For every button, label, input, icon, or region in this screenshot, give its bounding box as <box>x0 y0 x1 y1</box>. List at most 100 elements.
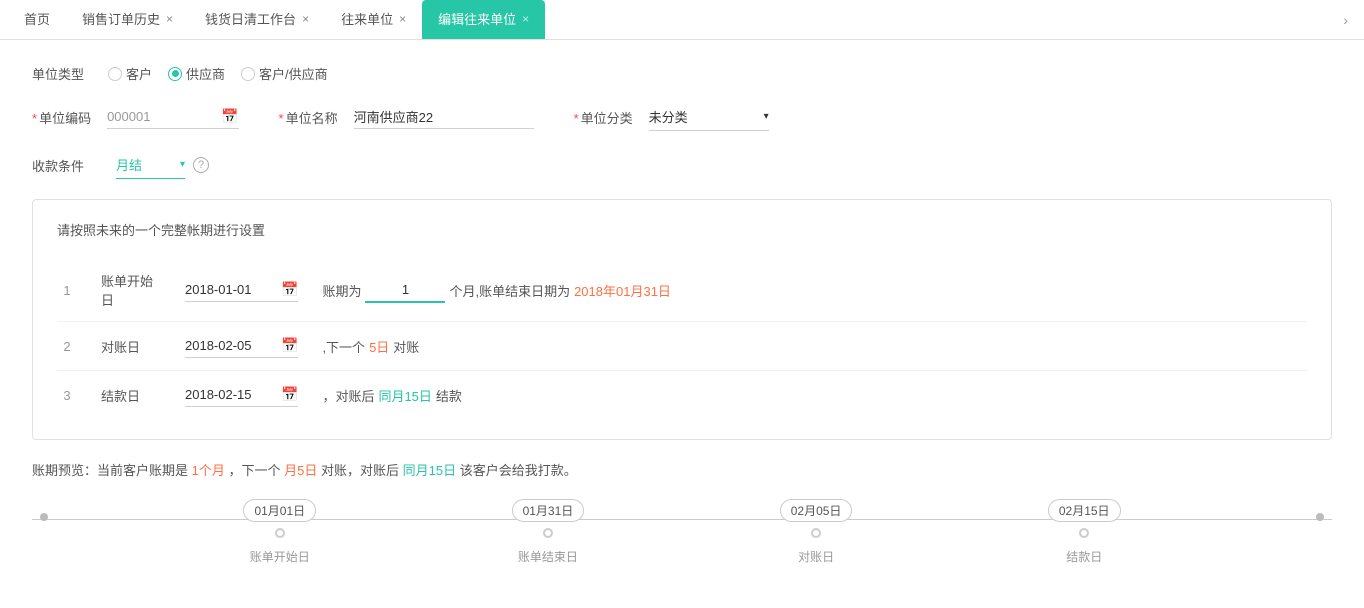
timeline-dot-1 <box>275 528 285 538</box>
timeline-point-1: 01月01日 账单开始日 <box>243 499 316 565</box>
row-suffix-3: 结款 <box>436 386 462 405</box>
timeline-label-2: 账单结束日 <box>518 548 578 565</box>
timeline-start-dot <box>40 513 48 521</box>
tab-partner-close[interactable]: × <box>399 13 406 25</box>
preview-item2: 月5日 <box>284 463 317 478</box>
preview-middle2: 对账，对账后 <box>321 463 399 478</box>
tab-home-label: 首页 <box>24 9 50 28</box>
tab-sales-order-close[interactable]: × <box>166 13 173 25</box>
row-type-2: 对账日 <box>101 337 161 356</box>
preview-middle1: ，下一个 <box>229 463 281 478</box>
row-suffix-2: 对账 <box>393 337 419 356</box>
payment-term-chevron: ▾ <box>180 159 185 170</box>
unit-code-group: *单位编码 📅 <box>32 105 239 129</box>
payment-term-select[interactable]: 月结 ▾ <box>116 151 185 179</box>
unit-code-input[interactable] <box>107 105 217 128</box>
unit-category-group: *单位分类 未分类 ▾ <box>574 103 769 131</box>
tab-home[interactable]: 首页 <box>8 0 66 39</box>
timeline-badge-3: 02月05日 <box>780 499 853 522</box>
payment-term-value: 月结 <box>116 155 176 174</box>
row-num-1: 1 <box>57 283 77 298</box>
highlight-text-2: 5日 <box>369 337 389 356</box>
row-desc-3: ，对账后 同月15日 结款 <box>322 386 462 405</box>
row-num-2: 2 <box>57 339 77 354</box>
timeline-dot-2 <box>543 528 553 538</box>
setting-row-1: 1 账单开始日 📅 账期为 个月,账单结束日期为 2018年01月31日 <box>57 259 1307 322</box>
setting-row-2: 2 对账日 📅 ,下一个 5日 对账 <box>57 322 1307 371</box>
unit-code-star: * <box>32 111 37 126</box>
row-suffix-1: 账期为 <box>322 281 361 300</box>
calendar-icon-2[interactable]: 📅 <box>281 337 298 354</box>
radio-customer-supplier[interactable]: 客户/供应商 <box>241 64 328 83</box>
unit-category-label: *单位分类 <box>574 108 633 127</box>
timeline-label-3: 对账日 <box>798 548 834 565</box>
unit-type-radio-group: 客户 供应商 客户/供应商 <box>108 64 328 83</box>
preview-suffix: 该客户会给我打款。 <box>460 463 577 478</box>
tab-more-arrow[interactable]: › <box>1335 0 1356 39</box>
preview-item3: 同月15日 <box>403 463 456 478</box>
tab-sales-order-history[interactable]: 销售订单历史 × <box>66 0 189 39</box>
tab-partner-label: 往来单位 <box>341 9 393 28</box>
main-content: 单位类型 客户 供应商 客户/供应商 *单位编码 📅 <box>0 40 1364 608</box>
timeline-dot-3 <box>811 528 821 538</box>
unit-name-input[interactable] <box>354 105 534 128</box>
payment-term-help-icon[interactable]: ? <box>193 157 209 173</box>
highlight-date-1: 2018年01月31日 <box>574 281 671 300</box>
unit-category-select[interactable]: 未分类 ▾ <box>649 103 769 131</box>
timeline-badge-1: 01月01日 <box>243 499 316 522</box>
timeline-point-4: 02月15日 结款日 <box>1048 499 1121 565</box>
calendar-icon-1[interactable]: 📅 <box>281 281 298 298</box>
row-prefix-2: ,下一个 <box>322 337 365 356</box>
date-input-3: 📅 <box>185 383 298 407</box>
unit-name-group: *单位名称 <box>279 105 534 129</box>
tab-partner[interactable]: 往来单位 × <box>325 0 422 39</box>
date-field-1[interactable] <box>185 278 275 301</box>
payment-term-label: 收款条件 <box>32 156 84 175</box>
unit-info-row: *单位编码 📅 *单位名称 *单位分类 未分类 ▾ <box>32 103 1332 131</box>
preview-item1: 1个月 <box>192 463 225 478</box>
date-input-2: 📅 <box>185 334 298 358</box>
radio-customer[interactable]: 客户 <box>108 64 152 83</box>
tab-bar: 首页 销售订单历史 × 钱货日清工作台 × 往来单位 × 编辑往来单位 × › <box>0 0 1364 40</box>
tab-cash-work-label: 钱货日清工作台 <box>205 9 296 28</box>
unit-name-label: *单位名称 <box>279 108 338 127</box>
radio-customer-circle <box>108 67 122 81</box>
unit-code-label: *单位编码 <box>32 108 91 127</box>
calendar-icon-3[interactable]: 📅 <box>281 386 298 403</box>
tab-edit-partner-label: 编辑往来单位 <box>438 9 516 28</box>
unit-category-chevron: ▾ <box>764 111 769 122</box>
date-field-3[interactable] <box>185 383 275 406</box>
unit-category-value: 未分类 <box>649 107 709 126</box>
unit-code-calendar-icon[interactable]: 📅 <box>221 108 238 125</box>
unit-category-star: * <box>574 111 579 126</box>
timeline-badge-2: 01月31日 <box>512 499 585 522</box>
timeline-point-2: 01月31日 账单结束日 <box>512 499 585 565</box>
tab-sales-order-label: 销售订单历史 <box>82 9 160 28</box>
radio-customer-supplier-label: 客户/供应商 <box>259 64 328 83</box>
panel-description: 请按照未来的一个完整帐期进行设置 <box>57 220 1307 239</box>
unit-code-input-group: 📅 <box>107 105 238 129</box>
date-input-1: 📅 <box>185 278 298 302</box>
row-desc-1: 账期为 个月,账单结束日期为 2018年01月31日 <box>322 278 670 303</box>
period-input[interactable] <box>365 278 445 303</box>
payment-term-row: 收款条件 月结 ▾ ? <box>32 151 1332 179</box>
timeline-dot-4 <box>1079 528 1089 538</box>
unit-name-star: * <box>279 111 284 126</box>
date-field-2[interactable] <box>185 334 275 357</box>
preview-section: 账期预览：当前客户账期是 1个月 ，下一个 月5日 对账，对账后 同月15日 该… <box>32 460 1332 479</box>
setting-row-3: 3 结款日 📅 ，对账后 同月15日 结款 <box>57 371 1307 419</box>
radio-supplier-label: 供应商 <box>186 64 225 83</box>
timeline-label-4: 结款日 <box>1066 548 1102 565</box>
radio-customer-label: 客户 <box>126 64 152 83</box>
radio-supplier-circle <box>168 67 182 81</box>
row-type-3: 结款日 <box>101 386 161 405</box>
tab-edit-partner[interactable]: 编辑往来单位 × <box>422 0 545 39</box>
timeline-wrapper: 01月01日 账单开始日 01月31日 账单结束日 02月05日 对账日 02月… <box>32 499 1332 565</box>
tab-cash-work-close[interactable]: × <box>302 13 309 25</box>
timeline-point-3: 02月05日 对账日 <box>780 499 853 565</box>
unit-type-row: 单位类型 客户 供应商 客户/供应商 <box>32 64 1332 83</box>
highlight-text-3: 同月15日 <box>378 386 431 405</box>
radio-supplier[interactable]: 供应商 <box>168 64 225 83</box>
tab-cash-work[interactable]: 钱货日清工作台 × <box>189 0 325 39</box>
tab-edit-partner-close[interactable]: × <box>522 13 529 25</box>
